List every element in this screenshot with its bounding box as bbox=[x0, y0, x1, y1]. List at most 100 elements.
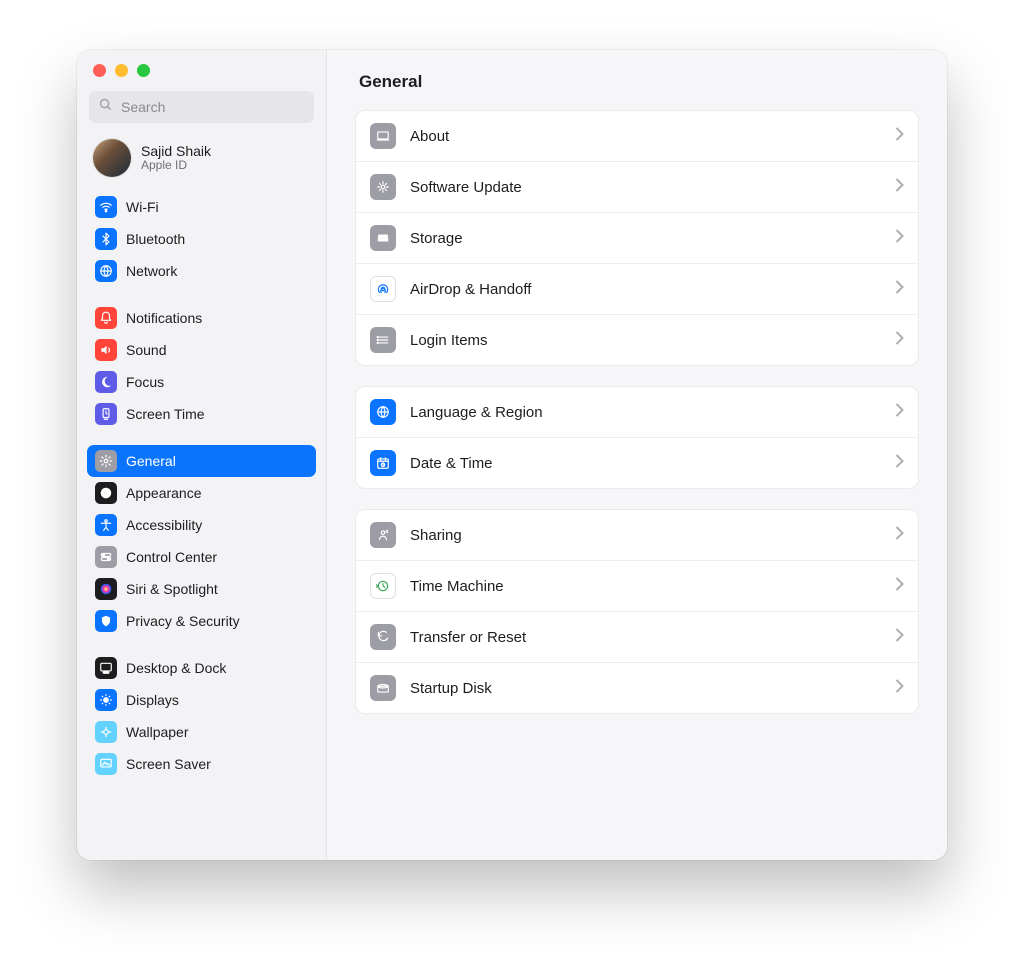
chevron-right-icon bbox=[895, 628, 904, 647]
accessibility-icon bbox=[95, 514, 117, 536]
sidebar-item-focus[interactable]: Focus bbox=[87, 366, 316, 398]
chevron-right-icon bbox=[895, 280, 904, 299]
settings-row-startupdisk[interactable]: Startup Disk bbox=[356, 662, 918, 713]
settings-row-about[interactable]: About bbox=[356, 111, 918, 161]
chevron-right-icon bbox=[895, 178, 904, 197]
chevron-right-icon bbox=[895, 577, 904, 596]
language-icon bbox=[370, 399, 396, 425]
sidebar-item-accessibility[interactable]: Accessibility bbox=[87, 509, 316, 541]
privacy-icon bbox=[95, 610, 117, 632]
sidebar-item-notifications[interactable]: Notifications bbox=[87, 302, 316, 334]
screensaver-icon bbox=[95, 753, 117, 775]
close-window-button[interactable] bbox=[93, 64, 106, 77]
sidebar-item-label: Focus bbox=[126, 374, 164, 390]
sidebar-item-label: General bbox=[126, 453, 176, 469]
wallpaper-icon bbox=[95, 721, 117, 743]
settings-row-loginitems[interactable]: Login Items bbox=[356, 314, 918, 365]
sidebar-item-label: Displays bbox=[126, 692, 179, 708]
displays-icon bbox=[95, 689, 117, 711]
sidebar-item-wifi[interactable]: Wi-Fi bbox=[87, 191, 316, 223]
loginitems-icon bbox=[370, 327, 396, 353]
siri-icon bbox=[95, 578, 117, 600]
desktopdock-icon bbox=[95, 657, 117, 679]
chevron-right-icon bbox=[895, 127, 904, 146]
account-name: Sajid Shaik bbox=[141, 143, 211, 159]
sidebar-item-label: Sound bbox=[126, 342, 166, 358]
general-icon bbox=[95, 450, 117, 472]
sidebar-item-sound[interactable]: Sound bbox=[87, 334, 316, 366]
row-label: Login Items bbox=[410, 332, 881, 349]
notifications-icon bbox=[95, 307, 117, 329]
chevron-right-icon bbox=[895, 526, 904, 545]
sidebar-item-label: Appearance bbox=[126, 485, 202, 501]
chevron-right-icon bbox=[895, 229, 904, 248]
network-icon bbox=[95, 260, 117, 282]
screentime-icon bbox=[95, 403, 117, 425]
sidebar-item-label: Wallpaper bbox=[126, 724, 189, 740]
sidebar-item-label: Network bbox=[126, 263, 177, 279]
sidebar-item-label: Control Center bbox=[126, 549, 217, 565]
avatar bbox=[93, 139, 131, 177]
sidebar-item-label: Screen Time bbox=[126, 406, 205, 422]
sound-icon bbox=[95, 339, 117, 361]
sidebar-item-label: Screen Saver bbox=[126, 756, 211, 772]
sharing-icon bbox=[370, 522, 396, 548]
sidebar-item-bluetooth[interactable]: Bluetooth bbox=[87, 223, 316, 255]
settings-window: Sajid Shaik Apple ID Wi-Fi Bluetooth Netwo… bbox=[77, 50, 947, 860]
row-label: Date & Time bbox=[410, 455, 881, 472]
settings-row-airdrop[interactable]: AirDrop & Handoff bbox=[356, 263, 918, 314]
sidebar-item-label: Notifications bbox=[126, 310, 202, 326]
sidebar-item-screentime[interactable]: Screen Time bbox=[87, 398, 316, 430]
chevron-right-icon bbox=[895, 679, 904, 698]
sidebar-item-wallpaper[interactable]: Wallpaper bbox=[87, 716, 316, 748]
settings-row-sharing[interactable]: Sharing bbox=[356, 510, 918, 560]
sidebar-item-controlcenter[interactable]: Control Center bbox=[87, 541, 316, 573]
row-label: Software Update bbox=[410, 179, 881, 196]
settings-row-language[interactable]: Language & Region bbox=[356, 387, 918, 437]
sidebar-item-general[interactable]: General bbox=[87, 445, 316, 477]
wifi-icon bbox=[95, 196, 117, 218]
sidebar-item-label: Bluetooth bbox=[126, 231, 185, 247]
chevron-right-icon bbox=[895, 331, 904, 350]
content: About Software Update StorageAirDrop & Han… bbox=[355, 110, 919, 734]
window-controls bbox=[87, 64, 316, 91]
sidebar-item-label: Wi-Fi bbox=[126, 199, 159, 215]
swupdate-icon bbox=[370, 174, 396, 200]
row-label: Startup Disk bbox=[410, 680, 881, 697]
row-label: Sharing bbox=[410, 527, 881, 544]
apple-id-row[interactable]: Sajid Shaik Apple ID bbox=[87, 133, 316, 191]
fullscreen-window-button[interactable] bbox=[137, 64, 150, 77]
storage-icon bbox=[370, 225, 396, 251]
search-field[interactable] bbox=[89, 91, 314, 123]
appearance-icon bbox=[95, 482, 117, 504]
settings-row-swupdate[interactable]: Software Update bbox=[356, 161, 918, 212]
settings-row-transfer[interactable]: Transfer or Reset bbox=[356, 611, 918, 662]
sidebar-item-label: Desktop & Dock bbox=[126, 660, 226, 676]
sidebar-item-network[interactable]: Network bbox=[87, 255, 316, 287]
settings-row-datetime[interactable]: Date & Time bbox=[356, 437, 918, 488]
search-input[interactable] bbox=[119, 98, 305, 116]
sidebar-item-siri[interactable]: Siri & Spotlight bbox=[87, 573, 316, 605]
settings-row-storage[interactable]: Storage bbox=[356, 212, 918, 263]
sidebar-nav: Wi-Fi Bluetooth Network Notifications Sound F… bbox=[87, 191, 316, 794]
sidebar-item-privacy[interactable]: Privacy & Security bbox=[87, 605, 316, 637]
timemachine-icon bbox=[370, 573, 396, 599]
sidebar-item-screensaver[interactable]: Screen Saver bbox=[87, 748, 316, 780]
transfer-icon bbox=[370, 624, 396, 650]
sidebar-item-appearance[interactable]: Appearance bbox=[87, 477, 316, 509]
minimize-window-button[interactable] bbox=[115, 64, 128, 77]
row-label: Time Machine bbox=[410, 578, 881, 595]
row-label: Transfer or Reset bbox=[410, 629, 881, 646]
sidebar: Sajid Shaik Apple ID Wi-Fi Bluetooth Netwo… bbox=[77, 50, 327, 860]
search-icon bbox=[98, 97, 113, 117]
account-sub: Apple ID bbox=[141, 159, 211, 173]
airdrop-icon bbox=[370, 276, 396, 302]
row-label: About bbox=[410, 128, 881, 145]
sidebar-item-label: Siri & Spotlight bbox=[126, 581, 218, 597]
chevron-right-icon bbox=[895, 454, 904, 473]
sidebar-item-displays[interactable]: Displays bbox=[87, 684, 316, 716]
controlcenter-icon bbox=[95, 546, 117, 568]
settings-row-timemachine[interactable]: Time Machine bbox=[356, 560, 918, 611]
sidebar-item-desktopdock[interactable]: Desktop & Dock bbox=[87, 652, 316, 684]
row-label: Language & Region bbox=[410, 404, 881, 421]
